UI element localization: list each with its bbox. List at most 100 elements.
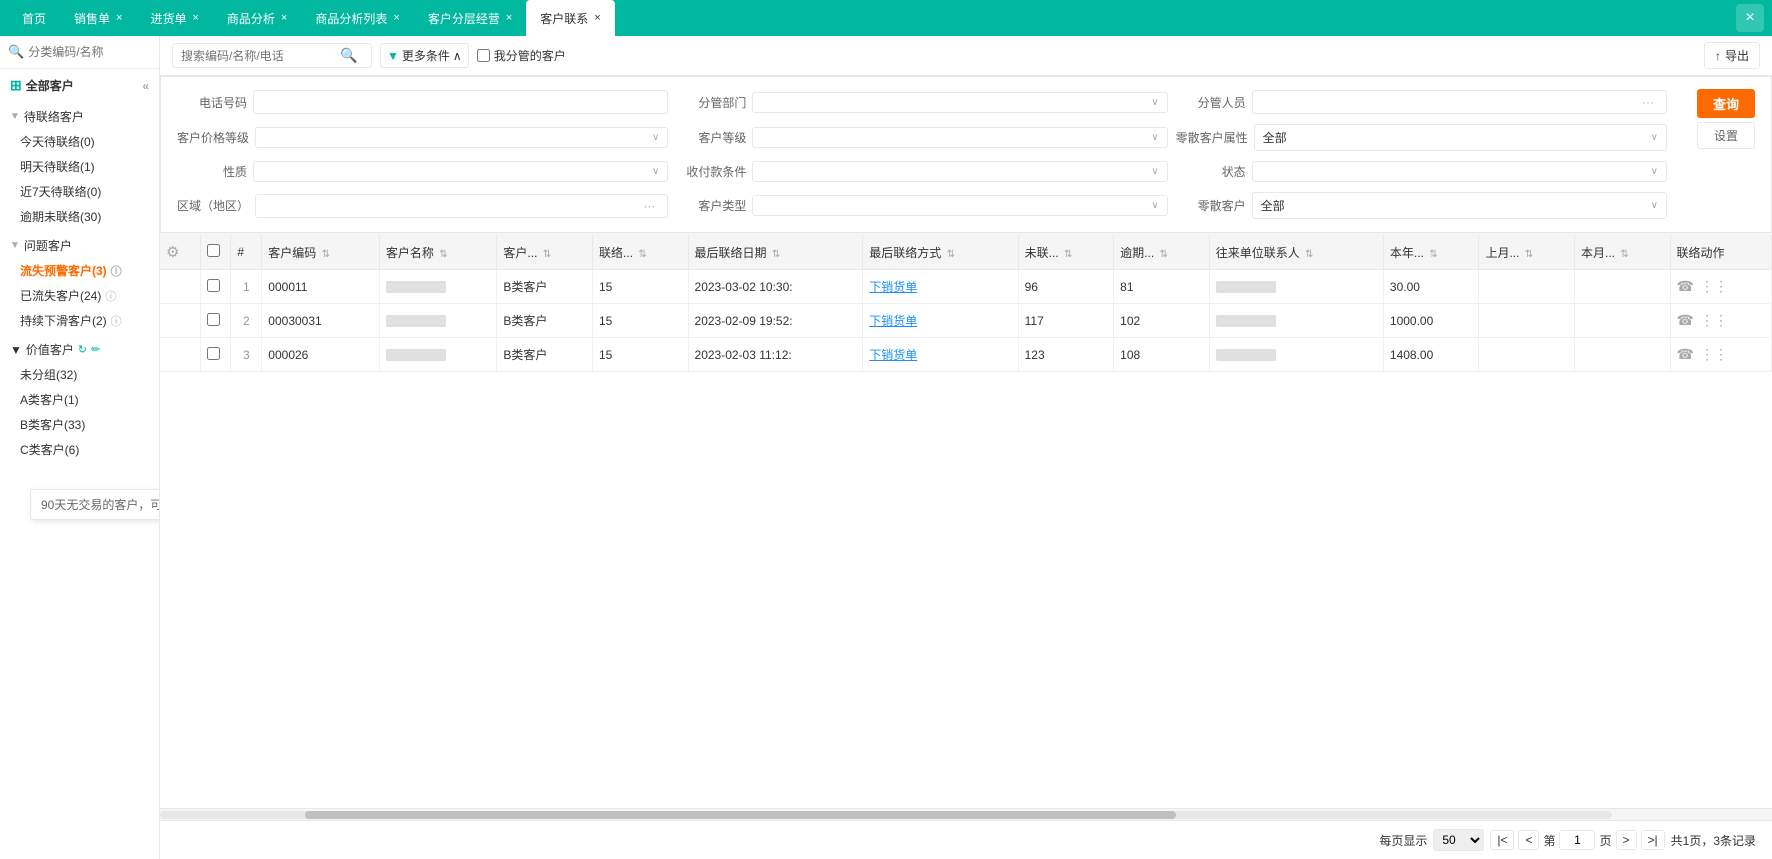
row-last-method-2[interactable]: 下销货单 bbox=[863, 338, 1018, 372]
row-check-1[interactable] bbox=[207, 313, 220, 326]
sidebar-group-value-title[interactable]: ▼ 价值客户 ↻ ✏ bbox=[0, 337, 159, 362]
sidebar-item-today[interactable]: 今天待联络(0) bbox=[0, 129, 159, 154]
sidebar-item-7days-label: 近7天待联络(0) bbox=[20, 183, 101, 200]
nav-customer-contact-close[interactable]: × bbox=[594, 12, 600, 24]
sidebar-item-classB[interactable]: B类客户(33) bbox=[0, 412, 159, 437]
filter-status-select[interactable]: ∨ bbox=[1252, 161, 1667, 182]
sidebar-group-problem-title[interactable]: ▼ 问题客户 bbox=[0, 233, 159, 258]
nav-sales[interactable]: 销售单 × bbox=[60, 0, 136, 36]
sidebar-item-churned[interactable]: 已流失客户(24) ⓘ bbox=[0, 283, 159, 308]
filter-region-select[interactable]: ··· bbox=[255, 194, 668, 218]
row-last-method-1[interactable]: 下销货单 bbox=[863, 304, 1018, 338]
sidebar-item-overdue[interactable]: 逾期未联络(30) bbox=[0, 204, 159, 229]
sidebar-item-declining[interactable]: 持续下滑客户(2) ⓘ bbox=[0, 308, 159, 333]
blurred-person-2 bbox=[1216, 349, 1276, 361]
row-checkbox-0[interactable] bbox=[201, 270, 231, 304]
sidebar-item-7days[interactable]: 近7天待联络(0) bbox=[0, 179, 159, 204]
nav-product-list-close[interactable]: × bbox=[393, 12, 399, 24]
filter-customer-level-select[interactable]: ∨ bbox=[752, 127, 1167, 148]
sidebar-item-classA[interactable]: A类客户(1) bbox=[0, 387, 159, 412]
page-next-btn[interactable]: > bbox=[1616, 830, 1637, 850]
sidebar-collapse-icon[interactable]: « bbox=[142, 79, 149, 93]
my-customers-checkbox[interactable] bbox=[477, 49, 490, 62]
nav-sales-close[interactable]: × bbox=[116, 12, 122, 24]
sidebar-all-customers[interactable]: ⊞ 全部客户 « bbox=[0, 69, 159, 102]
sidebar-item-churn-warning[interactable]: 流失预警客户(3) ⓘ bbox=[0, 258, 159, 283]
nav-customer-contact[interactable]: 客户联系 × bbox=[526, 0, 614, 36]
select-all-checkbox[interactable] bbox=[207, 244, 220, 257]
row-check-0[interactable] bbox=[207, 279, 220, 292]
filter-retail-attr-select[interactable]: 全部 ∨ bbox=[1254, 124, 1667, 151]
query-button[interactable]: 查询 bbox=[1697, 89, 1755, 118]
nature-caret-icon: ∨ bbox=[652, 166, 659, 177]
contact-icon-0[interactable]: ☎ bbox=[1677, 278, 1694, 295]
sort-thismonth-icon[interactable]: ⇅ bbox=[1620, 249, 1628, 260]
filter-nature-select[interactable]: ∨ bbox=[253, 161, 668, 182]
sort-nocontact-icon[interactable]: ⇅ bbox=[1064, 249, 1072, 260]
manager-more-icon[interactable]: ··· bbox=[1638, 95, 1658, 109]
filter-price-level-select[interactable]: ∨ bbox=[255, 127, 668, 148]
search-input[interactable] bbox=[181, 49, 336, 63]
refresh-icon[interactable]: ↻ bbox=[78, 343, 87, 356]
scrollbar-thumb[interactable] bbox=[305, 811, 1176, 819]
nav-purchase[interactable]: 进货单 × bbox=[136, 0, 212, 36]
setting-button[interactable]: 设置 bbox=[1697, 122, 1755, 149]
search-submit-icon[interactable]: 🔍 bbox=[340, 47, 357, 64]
sidebar-item-classC[interactable]: C类客户(6) bbox=[0, 437, 159, 462]
method-link-1[interactable]: 下销货单 bbox=[869, 314, 917, 328]
row-checkbox-2[interactable] bbox=[201, 338, 231, 372]
filter-customer-type-select[interactable]: ∨ bbox=[752, 195, 1167, 216]
filter-phone-input[interactable] bbox=[253, 90, 668, 114]
nav-product-analysis-close[interactable]: × bbox=[281, 12, 287, 24]
page-last-btn[interactable]: >| bbox=[1641, 830, 1665, 850]
sort-thisyear-icon[interactable]: ⇅ bbox=[1429, 249, 1437, 260]
sort-person-icon[interactable]: ⇅ bbox=[1305, 249, 1313, 260]
nav-product-analysis[interactable]: 商品分析 × bbox=[213, 0, 301, 36]
my-customers-check[interactable]: 我分管的客户 bbox=[477, 47, 566, 64]
method-link-2[interactable]: 下销货单 bbox=[869, 348, 917, 362]
horizontal-scrollbar[interactable] bbox=[160, 808, 1772, 820]
sidebar-group-pending-title[interactable]: ▼ 待联络客户 bbox=[0, 104, 159, 129]
sidebar-search-input[interactable] bbox=[28, 45, 160, 59]
page-prev-btn[interactable]: < bbox=[1518, 830, 1539, 850]
sort-code-icon[interactable]: ⇅ bbox=[322, 249, 330, 260]
more-filter-btn[interactable]: ▼ 更多条件 ∧ bbox=[380, 43, 469, 68]
per-page-select[interactable]: 50 100 200 bbox=[1433, 829, 1484, 851]
row-check-2[interactable] bbox=[207, 347, 220, 360]
gear-icon[interactable]: ⚙ bbox=[166, 244, 179, 261]
filter-customer-type-label: 客户类型 bbox=[676, 197, 746, 214]
page-first-btn[interactable]: |< bbox=[1490, 830, 1514, 850]
edit-icon[interactable]: ✏ bbox=[91, 343, 100, 356]
export-btn[interactable]: ↑ 导出 bbox=[1704, 42, 1760, 69]
filter-dept-select[interactable]: ∨ bbox=[752, 92, 1167, 113]
contact-icon-1[interactable]: ☎ bbox=[1677, 312, 1694, 329]
nav-close-all-btn[interactable]: × bbox=[1736, 4, 1764, 32]
region-more-icon[interactable]: ··· bbox=[639, 199, 659, 213]
sort-date-icon[interactable]: ⇅ bbox=[772, 249, 780, 260]
row-checkbox-1[interactable] bbox=[201, 304, 231, 338]
main-layout: 🔍 ⊞ 全部客户 « ▼ 待联络客户 今天待联络(0) 明天待联络(1) 近7天… bbox=[0, 36, 1772, 859]
sort-overdue-icon[interactable]: ⇅ bbox=[1160, 249, 1168, 260]
filter-manager-select[interactable]: ··· bbox=[1252, 90, 1667, 114]
contact-icon-2[interactable]: ☎ bbox=[1677, 346, 1694, 363]
more-action-icon-2[interactable]: ⋮⋮ bbox=[1700, 346, 1728, 363]
nav-product-list[interactable]: 商品分析列表 × bbox=[301, 0, 413, 36]
more-action-icon-0[interactable]: ⋮⋮ bbox=[1700, 278, 1728, 295]
more-action-icon-1[interactable]: ⋮⋮ bbox=[1700, 312, 1728, 329]
sidebar-item-ungroup[interactable]: 未分组(32) bbox=[0, 362, 159, 387]
sort-name-icon[interactable]: ⇅ bbox=[439, 249, 447, 260]
sort-contact-icon[interactable]: ⇅ bbox=[638, 249, 646, 260]
filter-retail-select[interactable]: 全部 ∨ bbox=[1252, 192, 1667, 219]
nav-purchase-close[interactable]: × bbox=[192, 12, 198, 24]
row-last-method-0[interactable]: 下销货单 bbox=[863, 270, 1018, 304]
nav-home[interactable]: 首页 bbox=[8, 0, 60, 36]
filter-payment-select[interactable]: ∨ bbox=[752, 161, 1167, 182]
sort-method-icon[interactable]: ⇅ bbox=[947, 249, 955, 260]
sort-type-icon[interactable]: ⇅ bbox=[543, 249, 551, 260]
page-input[interactable] bbox=[1559, 830, 1595, 850]
method-link-0[interactable]: 下销货单 bbox=[869, 280, 917, 294]
sidebar-item-tomorrow[interactable]: 明天待联络(1) bbox=[0, 154, 159, 179]
nav-customer-tier[interactable]: 客户分层经营 × bbox=[414, 0, 526, 36]
sort-lastmonth-icon[interactable]: ⇅ bbox=[1525, 249, 1533, 260]
nav-customer-tier-close[interactable]: × bbox=[506, 12, 512, 24]
